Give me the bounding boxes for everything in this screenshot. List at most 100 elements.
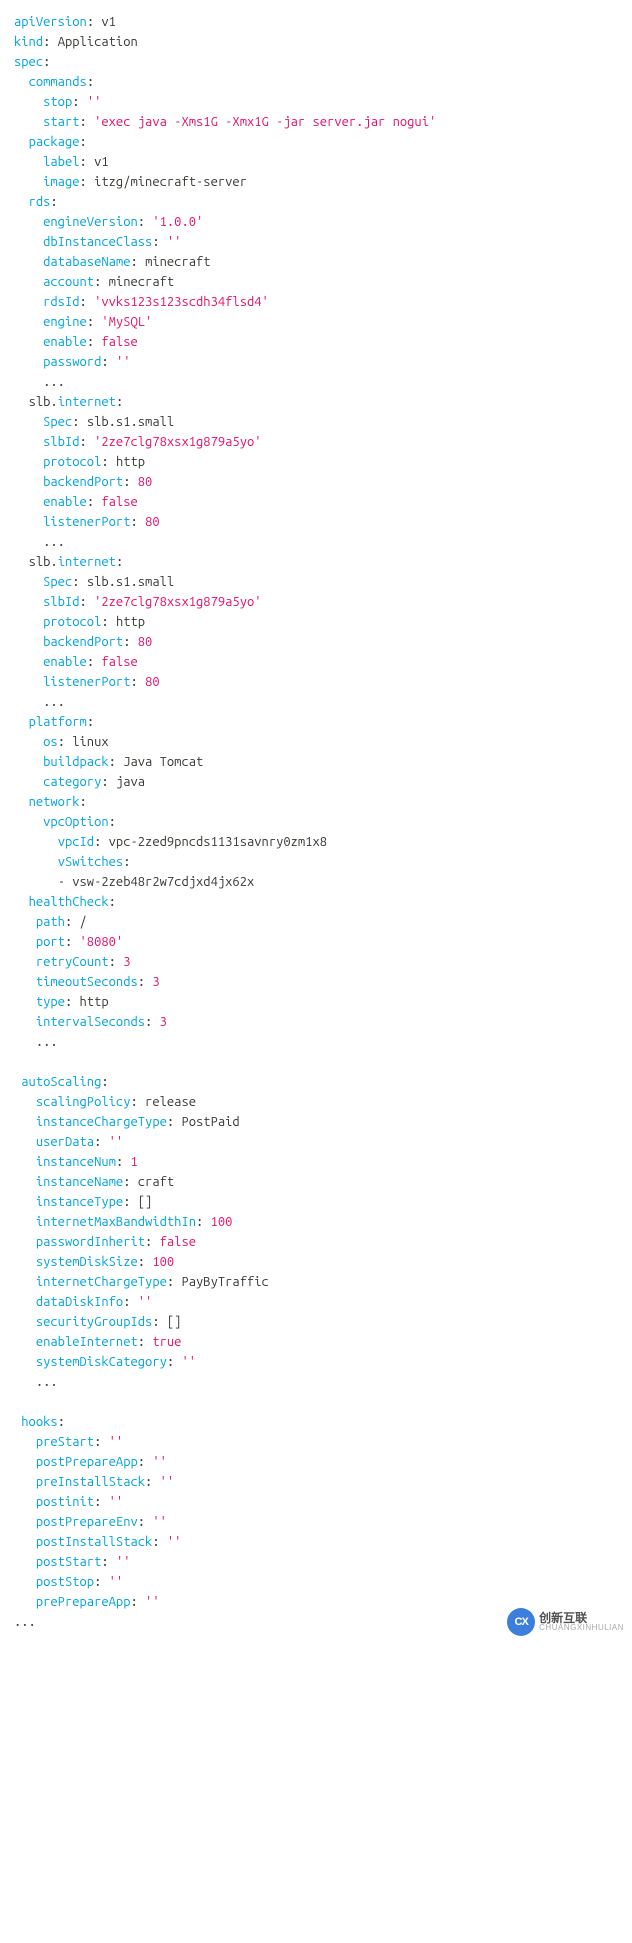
- yaml-key: protocol: [43, 455, 101, 469]
- yaml-key: slb: [29, 555, 51, 569]
- yaml-val: []: [167, 1315, 182, 1329]
- yaml-key: type: [36, 995, 65, 1009]
- yaml-val: 80: [145, 515, 160, 529]
- yaml-val: true: [152, 1335, 181, 1349]
- yaml-val: '': [138, 1295, 153, 1309]
- watermark-logo-icon: CX: [507, 1608, 535, 1636]
- yaml-val: 100: [152, 1255, 174, 1269]
- yaml-key: platform: [29, 715, 87, 729]
- yaml-key: scalingPolicy: [36, 1095, 131, 1109]
- yaml-key: internet: [58, 555, 116, 569]
- yaml-key: start: [43, 115, 79, 129]
- yaml-key: slbId: [43, 595, 79, 609]
- yaml-key: backendPort: [43, 475, 123, 489]
- yaml-key: prePrepareApp: [36, 1595, 131, 1609]
- yaml-key: path: [36, 915, 65, 929]
- yaml-key: Spec: [43, 575, 72, 589]
- yaml-key: systemDiskSize: [36, 1255, 138, 1269]
- yaml-key: hooks: [21, 1415, 57, 1429]
- yaml-key: healthCheck: [29, 895, 109, 909]
- yaml-val: linux: [72, 735, 108, 749]
- yaml-val: '2ze7clg78xsx1g879a5yo': [94, 595, 261, 609]
- yaml-val: 3: [160, 1015, 167, 1029]
- yaml-key: listenerPort: [43, 515, 130, 529]
- yaml-key: postPrepareApp: [36, 1455, 138, 1469]
- yaml-key: enable: [43, 495, 87, 509]
- yaml-key: network: [29, 795, 80, 809]
- yaml-key: userData: [36, 1135, 94, 1149]
- yaml-val: '1.0.0': [152, 215, 203, 229]
- yaml-key: databaseName: [43, 255, 130, 269]
- yaml-key: password: [43, 355, 101, 369]
- yaml-key: postStart: [36, 1555, 102, 1569]
- yaml-key: internetChargeType: [36, 1275, 167, 1289]
- yaml-key: postPrepareEnv: [36, 1515, 138, 1529]
- yaml-val: slb.s1.small: [87, 575, 174, 589]
- yaml-key: stop: [43, 95, 72, 109]
- yaml-key: instanceNum: [36, 1155, 116, 1169]
- watermark-subtitle: CHUANGXINHULIAN: [539, 1624, 624, 1632]
- yaml-val: false: [101, 495, 137, 509]
- yaml-key: listenerPort: [43, 675, 130, 689]
- yaml-val: slb.s1.small: [87, 415, 174, 429]
- yaml-val: /: [80, 915, 87, 929]
- yaml-key: preStart: [36, 1435, 94, 1449]
- ellipsis: ...: [36, 1035, 58, 1049]
- yaml-key: securityGroupIds: [36, 1315, 152, 1329]
- yaml-val: []: [138, 1195, 153, 1209]
- yaml-key: enable: [43, 655, 87, 669]
- yaml-key: preInstallStack: [36, 1475, 145, 1489]
- yaml-key: Spec: [43, 415, 72, 429]
- yaml-key: postinit: [36, 1495, 94, 1509]
- yaml-key: slb: [29, 395, 51, 409]
- yaml-key: internet: [58, 395, 116, 409]
- yaml-key: backendPort: [43, 635, 123, 649]
- yaml-val: 'exec java -Xms1G -Xmx1G -jar server.jar…: [94, 115, 436, 129]
- yaml-key: instanceType: [36, 1195, 123, 1209]
- ellipsis: ...: [43, 375, 65, 389]
- yaml-key: dbInstanceClass: [43, 235, 152, 249]
- yaml-val: '': [152, 1515, 167, 1529]
- yaml-key: engine: [43, 315, 87, 329]
- yaml-val: http: [80, 995, 109, 1009]
- yaml-key: autoScaling: [21, 1075, 101, 1089]
- yaml-val: '2ze7clg78xsx1g879a5yo': [94, 435, 261, 449]
- yaml-key: enableInternet: [36, 1335, 138, 1349]
- yaml-val: vsw-2zeb48r2w7cdjxd4jx62x: [72, 875, 254, 889]
- yaml-val: PostPaid: [181, 1115, 239, 1129]
- yaml-key: instanceChargeType: [36, 1115, 167, 1129]
- yaml-val: v1: [101, 15, 116, 29]
- ellipsis: ...: [14, 1615, 36, 1629]
- yaml-key: slbId: [43, 435, 79, 449]
- yaml-key: account: [43, 275, 94, 289]
- yaml-val: 'vvks123s123scdh34flsd4': [94, 295, 269, 309]
- yaml-val: 80: [145, 675, 160, 689]
- yaml-code-block: apiVersion: v1 kind: Application spec: c…: [0, 0, 632, 1644]
- yaml-key: rdsId: [43, 295, 79, 309]
- yaml-val: 3: [152, 975, 159, 989]
- yaml-val: 80: [138, 475, 153, 489]
- yaml-key: timeoutSeconds: [36, 975, 138, 989]
- yaml-key: passwordInherit: [36, 1235, 145, 1249]
- yaml-val: Java Tomcat: [123, 755, 203, 769]
- yaml-val: vpc-2zed9pncds1131savnry0zm1x8: [109, 835, 327, 849]
- yaml-val: 100: [211, 1215, 233, 1229]
- yaml-key: apiVersion: [14, 15, 87, 29]
- ellipsis: ...: [43, 695, 65, 709]
- yaml-val: '': [160, 1475, 175, 1489]
- yaml-key: retryCount: [36, 955, 109, 969]
- yaml-key: postStop: [36, 1575, 94, 1589]
- yaml-val: false: [101, 335, 137, 349]
- yaml-val: '': [116, 1555, 131, 1569]
- yaml-val: http: [116, 455, 145, 469]
- yaml-val: 80: [138, 635, 153, 649]
- yaml-val: release: [145, 1095, 196, 1109]
- yaml-key: vSwitches: [58, 855, 124, 869]
- yaml-val: 3: [123, 955, 130, 969]
- yaml-key: port: [36, 935, 65, 949]
- yaml-val: '': [109, 1575, 124, 1589]
- yaml-key: os: [43, 735, 58, 749]
- yaml-val: '': [116, 355, 131, 369]
- yaml-val: '': [181, 1355, 196, 1369]
- yaml-key: vpcId: [58, 835, 94, 849]
